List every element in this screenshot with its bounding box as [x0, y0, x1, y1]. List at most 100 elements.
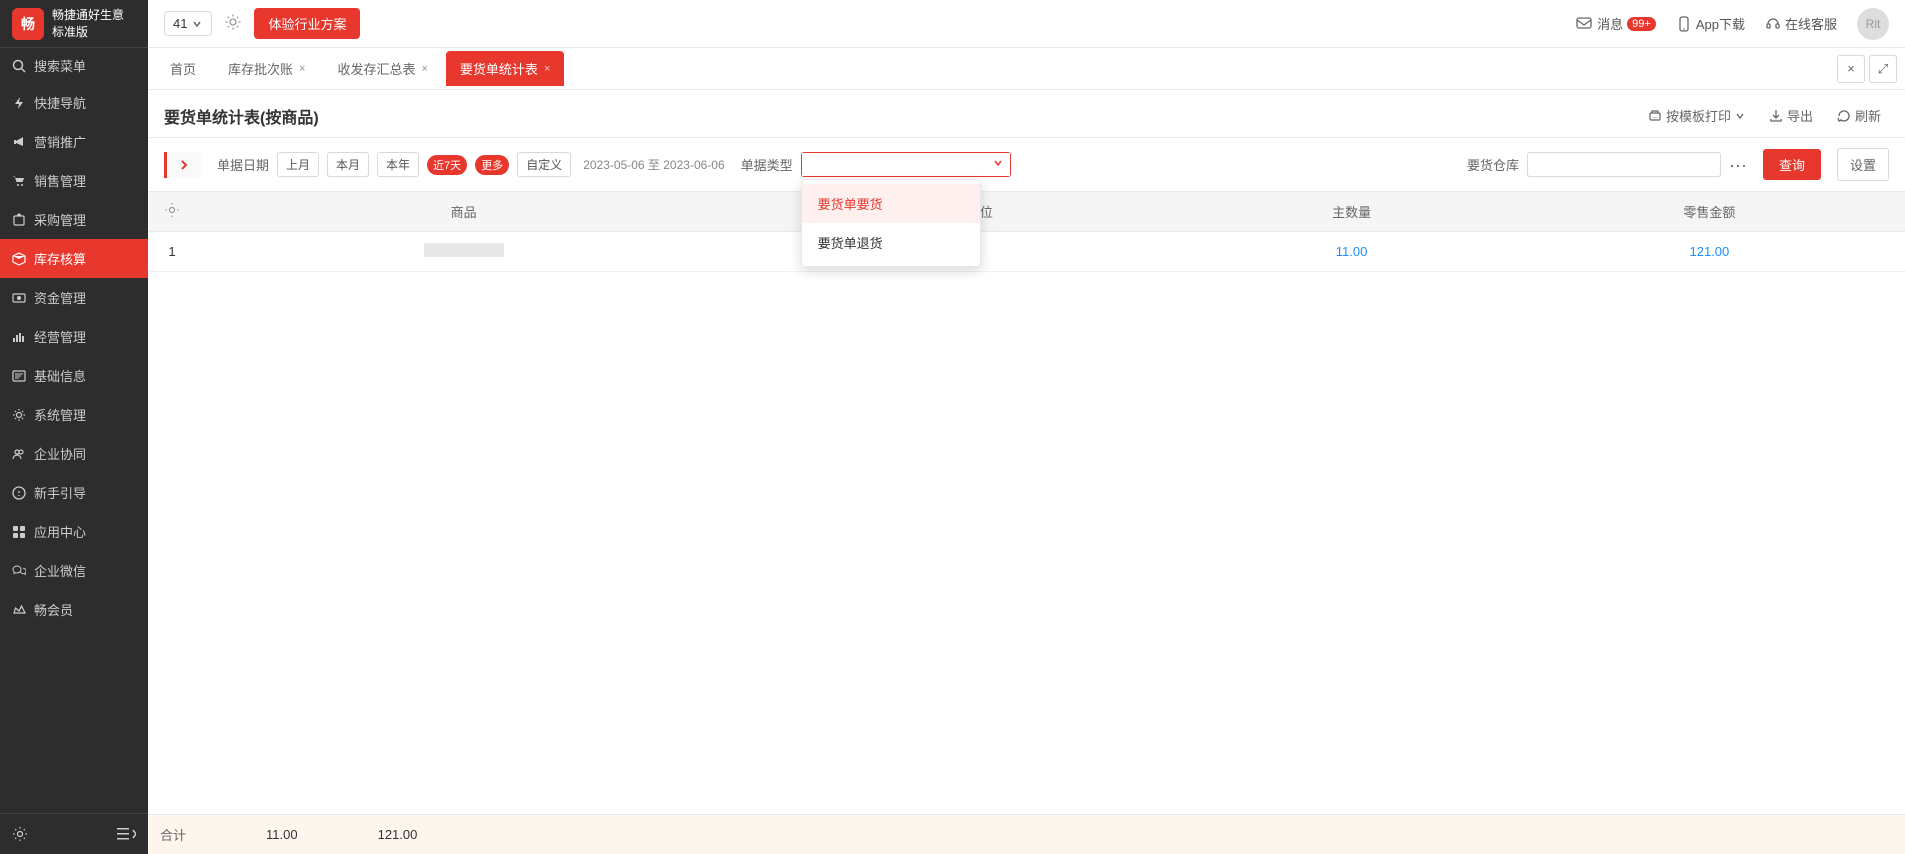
- col-quantity: 主数量: [1189, 192, 1513, 232]
- date-btn-recent7[interactable]: 近7天: [427, 155, 467, 175]
- gear-icon: [224, 13, 242, 31]
- guide-icon: [12, 486, 26, 500]
- tab-receive-summary[interactable]: 收发存汇总表 ×: [323, 51, 441, 86]
- sidebar-item-basic[interactable]: 基础信息: [0, 356, 148, 395]
- sidebar-item-inventory[interactable]: 库存核算: [0, 239, 148, 278]
- main-area: 41 体验行业方案 消息 99+ App下载 在线客服 R: [148, 0, 1905, 854]
- money-icon: [12, 291, 26, 305]
- amount-link[interactable]: 121.00: [1689, 244, 1729, 259]
- table-wrap: 商品 主计量单位 主数量 零售金额 1 块 11.00: [148, 192, 1905, 814]
- settings-icon: [12, 826, 28, 842]
- lightning-icon: [12, 96, 26, 110]
- footer-amount: 121.00: [378, 827, 418, 842]
- export-icon: [1769, 109, 1783, 123]
- sidebar-item-vip[interactable]: 畅会员: [0, 590, 148, 629]
- date-btn-this-year[interactable]: 本年: [377, 152, 419, 177]
- sidebar-item-wechat[interactable]: 企业微信: [0, 551, 148, 590]
- topbar-right: 消息 99+ App下载 在线客服 Rit: [1575, 8, 1889, 40]
- inventory-icon: [12, 252, 26, 266]
- message-btn[interactable]: 消息 99+: [1575, 14, 1656, 33]
- sidebar-item-operations[interactable]: 经营管理: [0, 317, 148, 356]
- tab-close-requisition-stat[interactable]: ×: [544, 63, 550, 75]
- content-area: 要货单统计表(按商品) 按模板打印 导出 刷新: [148, 90, 1905, 854]
- table-header-row: 商品 主计量单位 主数量 零售金额: [148, 192, 1905, 232]
- tab-home[interactable]: 首页: [156, 51, 210, 86]
- sidebar-item-system[interactable]: 系统管理: [0, 395, 148, 434]
- tab-requisition-stat[interactable]: 要货单统计表 ×: [446, 51, 564, 86]
- store-selector[interactable]: 41: [164, 11, 212, 36]
- page-actions: 按模板打印 导出 刷新: [1640, 102, 1889, 129]
- tab-maximize-btn[interactable]: ⤢: [1869, 55, 1897, 83]
- sidebar-collapse-btn[interactable]: [116, 826, 136, 842]
- type-dropdown-arrow[interactable]: [992, 157, 1004, 172]
- date-filter-group: 单据日期 上月 本月 本年 近7天 更多 自定义 2023-05-06 至 20…: [217, 152, 725, 177]
- tab-close-receive-summary[interactable]: ×: [421, 63, 427, 75]
- online-service-btn[interactable]: 在线客服: [1765, 14, 1837, 33]
- sidebar-item-sales[interactable]: 销售管理: [0, 161, 148, 200]
- tab-close-inventory-batch[interactable]: ×: [299, 63, 305, 75]
- setup-btn[interactable]: 设置: [1837, 148, 1889, 181]
- export-btn[interactable]: 导出: [1761, 102, 1821, 129]
- footer-label-area: 合计: [160, 825, 186, 844]
- app-icon: [12, 525, 26, 539]
- search-icon: [12, 59, 26, 73]
- logo-area: 畅 畅捷通好生意 标准版: [0, 0, 148, 48]
- tab-inventory-batch[interactable]: 库存批次账 ×: [214, 51, 319, 86]
- cell-product: [196, 232, 731, 272]
- quantity-link[interactable]: 11.00: [1336, 244, 1368, 259]
- date-btn-this-month[interactable]: 本月: [327, 152, 369, 177]
- sidebar-item-marketing[interactable]: 营销推广: [0, 122, 148, 161]
- avatar[interactable]: Rit: [1857, 8, 1889, 40]
- query-btn[interactable]: 查询: [1763, 149, 1821, 180]
- topbar: 41 体验行业方案 消息 99+ App下载 在线客服 R: [148, 0, 1905, 48]
- data-table: 商品 主计量单位 主数量 零售金额 1 块 11.00: [148, 192, 1905, 272]
- col-amount: 零售金额: [1514, 192, 1905, 232]
- dropdown-item-requisition-return[interactable]: 要货单退货: [802, 223, 980, 262]
- table-footer: 合计 11.00 121.00: [148, 814, 1905, 854]
- sidebar-nav: 快捷导航 营销推广 销售管理 采购管理 库存核算 资金管理 经营管理 基础信息: [0, 83, 148, 813]
- warehouse-filter-group: 要货仓库 ···: [1467, 152, 1747, 177]
- table-settings-icon[interactable]: [164, 202, 180, 218]
- sidebar-item-cooperation[interactable]: 企业协同: [0, 434, 148, 473]
- collapse-icon: [116, 826, 136, 842]
- trial-btn[interactable]: 体验行业方案: [254, 8, 360, 39]
- footer-quantity-area: 11.00: [266, 827, 298, 842]
- warehouse-more-btn[interactable]: ···: [1729, 156, 1747, 174]
- chart-icon: [12, 330, 26, 344]
- sidebar-item-guide[interactable]: 新手引导: [0, 473, 148, 512]
- app-download-btn[interactable]: App下载: [1676, 14, 1745, 33]
- footer-quantity: 11.00: [266, 827, 298, 842]
- filter-bar: 单据日期 上月 本月 本年 近7天 更多 自定义 2023-05-06 至 20…: [148, 138, 1905, 192]
- date-btn-last-month[interactable]: 上月: [277, 152, 319, 177]
- print-icon: [1648, 109, 1662, 123]
- settings-btn[interactable]: [224, 13, 242, 34]
- sidebar-settings-btn[interactable]: [12, 826, 28, 842]
- dropdown-item-requisition-order[interactable]: 要货单要货: [802, 184, 980, 223]
- type-input[interactable]: [802, 153, 1010, 176]
- cell-quantity: 11.00: [1189, 232, 1513, 272]
- chevron-down-icon: [191, 18, 203, 30]
- sidebar-item-purchase[interactable]: 采购管理: [0, 200, 148, 239]
- refresh-btn[interactable]: 刷新: [1829, 102, 1889, 129]
- expand-icon[interactable]: [175, 156, 193, 174]
- date-more-badge[interactable]: 更多: [475, 155, 509, 175]
- sidebar-item-appstore[interactable]: 应用中心: [0, 512, 148, 551]
- type-filter-group: 单据类型 要货单要货 要货单退货: [741, 152, 1451, 177]
- coop-icon: [12, 447, 26, 461]
- type-input-wrap[interactable]: [801, 152, 1011, 177]
- type-dropdown-menu: 要货单要货 要货单退货: [801, 179, 981, 267]
- tab-close-all-btn[interactable]: ×: [1837, 55, 1865, 83]
- message-icon: [1575, 15, 1593, 33]
- print-btn[interactable]: 按模板打印: [1640, 102, 1753, 129]
- warehouse-input[interactable]: [1527, 152, 1721, 177]
- page-header: 要货单统计表(按商品) 按模板打印 导出 刷新: [148, 90, 1905, 138]
- logo-icon: 畅: [12, 8, 44, 40]
- page-title: 要货单统计表(按商品): [164, 104, 319, 128]
- search-menu[interactable]: 搜索菜单: [0, 48, 148, 83]
- sidebar-item-finance[interactable]: 资金管理: [0, 278, 148, 317]
- date-btn-custom[interactable]: 自定义: [517, 152, 571, 177]
- footer-amount-area: 121.00: [378, 827, 418, 842]
- table-row: 1 块 11.00 121.00: [148, 232, 1905, 272]
- info-icon: [12, 369, 26, 383]
- sidebar-item-quick-nav[interactable]: 快捷导航: [0, 83, 148, 122]
